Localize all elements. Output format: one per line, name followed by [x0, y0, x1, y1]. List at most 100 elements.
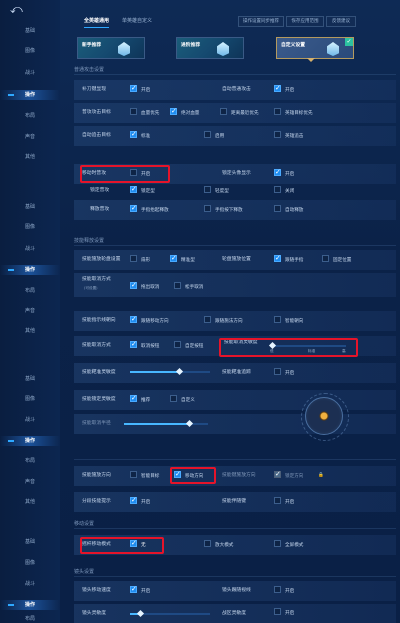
checkbox-option[interactable]: 锁定方向	[274, 470, 303, 480]
checkbox[interactable]	[274, 254, 281, 263]
checkbox[interactable]	[204, 316, 211, 323]
nav-item-layout[interactable]: 布局	[0, 614, 60, 623]
checkbox[interactable]	[274, 108, 281, 115]
checkbox-option[interactable]: 固定位置	[322, 255, 351, 264]
checkbox[interactable]	[130, 394, 137, 403]
checkbox[interactable]	[274, 84, 281, 93]
nav-item-basic[interactable]: 基础	[0, 374, 60, 384]
preset-advanced[interactable]: 进阶推荐	[176, 37, 244, 59]
checkbox[interactable]	[170, 107, 177, 116]
checkbox-option[interactable]: 锁定型	[130, 185, 155, 195]
checkbox-option[interactable]: 跟随手指	[274, 254, 303, 264]
checkbox-option[interactable]: 启用	[204, 131, 224, 140]
preset-beginner[interactable]: 新手推荐	[77, 37, 145, 59]
checkbox-option[interactable]: 拖出取消	[130, 281, 159, 291]
checkbox-option[interactable]: 开启	[274, 368, 294, 377]
checkbox[interactable]	[174, 282, 181, 289]
checkbox-option[interactable]: 距离最近优先	[220, 108, 259, 117]
nav-item-combat[interactable]: 战斗	[0, 68, 60, 78]
checkbox-option[interactable]: 开启	[274, 608, 294, 617]
nav-item-combat[interactable]: 战斗	[0, 579, 60, 589]
nav-item-sound[interactable]: 声音	[0, 306, 60, 316]
checkbox[interactable]	[130, 185, 137, 194]
checkbox[interactable]	[274, 186, 281, 193]
nav-item-other[interactable]: 其他	[0, 326, 60, 336]
checkbox[interactable]	[274, 368, 281, 375]
nav-item-controls[interactable]: 操作	[0, 436, 60, 446]
checkbox-option[interactable]: 跟随移动方向	[130, 315, 169, 325]
checkbox[interactable]	[274, 205, 281, 212]
checkbox-option[interactable]: 开启	[274, 586, 294, 595]
checkbox[interactable]	[204, 131, 211, 138]
nav-item-controls[interactable]: 操作	[0, 600, 60, 610]
checkbox[interactable]	[130, 315, 137, 324]
checkbox[interactable]	[130, 130, 137, 139]
checkbox-option[interactable]: 自定按钮	[174, 341, 203, 350]
nav-item-combat[interactable]: 战斗	[0, 244, 60, 254]
checkbox-option[interactable]: 智能目标	[130, 471, 159, 480]
nav-item-graphics[interactable]: 图像	[0, 394, 60, 404]
checkbox-option[interactable]: 精准型	[170, 254, 195, 264]
checkbox-option[interactable]: 推荐	[130, 394, 150, 404]
nav-item-graphics[interactable]: 图像	[0, 46, 60, 56]
feedback-button[interactable]: 反馈建议	[326, 16, 356, 27]
nav-item-layout[interactable]: 布局	[0, 286, 60, 296]
checkbox[interactable]	[130, 255, 137, 262]
tab-all-heroes[interactable]: 全英雄通用	[84, 16, 110, 28]
nav-item-layout[interactable]: 布局	[0, 111, 60, 121]
checkbox[interactable]	[204, 205, 211, 212]
nav-item-basic[interactable]: 基础	[0, 26, 60, 36]
nav-item-basic[interactable]: 基础	[0, 202, 60, 212]
checkbox-option[interactable]: 血量优先	[130, 108, 159, 117]
checkbox[interactable]	[274, 608, 281, 615]
checkbox-option[interactable]: 手指按下释放	[204, 205, 243, 214]
nav-item-graphics[interactable]: 图像	[0, 222, 60, 232]
nav-item-other[interactable]: 其他	[0, 152, 60, 162]
checkbox[interactable]	[170, 395, 177, 402]
nav-item-sound[interactable]: 声音	[0, 477, 60, 487]
checkbox-option[interactable]: 自动释放	[274, 205, 303, 214]
checkbox[interactable]	[130, 108, 137, 115]
checkbox-option[interactable]: 扇形	[130, 255, 150, 264]
checkbox-option[interactable]: 开启	[130, 84, 150, 94]
checkbox[interactable]	[274, 168, 281, 177]
aim-sensitivity-slider[interactable]	[130, 367, 210, 376]
checkbox-option[interactable]: 英雄目标优先	[274, 108, 313, 117]
checkbox-option[interactable]: 手指抬起释放	[130, 204, 169, 214]
checkbox[interactable]	[274, 316, 281, 323]
checkbox-option[interactable]: 标准	[130, 130, 150, 140]
nav-item-controls[interactable]: 操作	[0, 265, 60, 275]
checkbox-option[interactable]: 自定义	[170, 395, 195, 404]
checkbox[interactable]	[130, 84, 137, 93]
checkbox-option[interactable]: 跟随施法方向	[204, 316, 243, 325]
checkbox-option[interactable]: 松手取消	[174, 282, 203, 291]
checkbox[interactable]	[130, 496, 137, 505]
nav-item-sound[interactable]: 声音	[0, 132, 60, 142]
checkbox[interactable]	[274, 470, 281, 479]
checkbox[interactable]	[204, 540, 211, 547]
checkbox[interactable]	[220, 108, 227, 115]
checkbox-option[interactable]: 开启	[130, 585, 150, 595]
checkbox[interactable]	[274, 131, 281, 138]
checkbox[interactable]	[130, 585, 137, 594]
apply-range-button[interactable]: 恢存应用范围	[286, 16, 324, 27]
nav-item-graphics[interactable]: 图像	[0, 558, 60, 568]
slider-knob[interactable]	[175, 367, 184, 376]
checkbox-option[interactable]: 绝对血量	[170, 107, 199, 117]
checkbox[interactable]	[274, 540, 281, 547]
checkbox-option[interactable]: 开启	[274, 168, 294, 178]
checkbox[interactable]	[274, 586, 281, 593]
nav-item-basic[interactable]: 基础	[0, 537, 60, 547]
nav-item-combat[interactable]: 战斗	[0, 415, 60, 425]
slider-knob[interactable]	[185, 419, 194, 428]
nav-item-other[interactable]: 其他	[0, 497, 60, 507]
checkbox-option[interactable]: 英雄追击	[274, 131, 303, 140]
checkbox[interactable]	[274, 497, 281, 504]
checkbox-option[interactable]: 全屏模式	[274, 540, 303, 549]
checkbox[interactable]	[322, 255, 329, 262]
checkbox[interactable]	[130, 340, 137, 349]
checkbox[interactable]	[130, 281, 137, 290]
sync-recommend-button[interactable]: 操作设置同步推荐	[238, 16, 284, 27]
checkbox-option[interactable]: 智能朝向	[274, 316, 303, 325]
camera-sensitivity-slider[interactable]	[130, 609, 210, 618]
